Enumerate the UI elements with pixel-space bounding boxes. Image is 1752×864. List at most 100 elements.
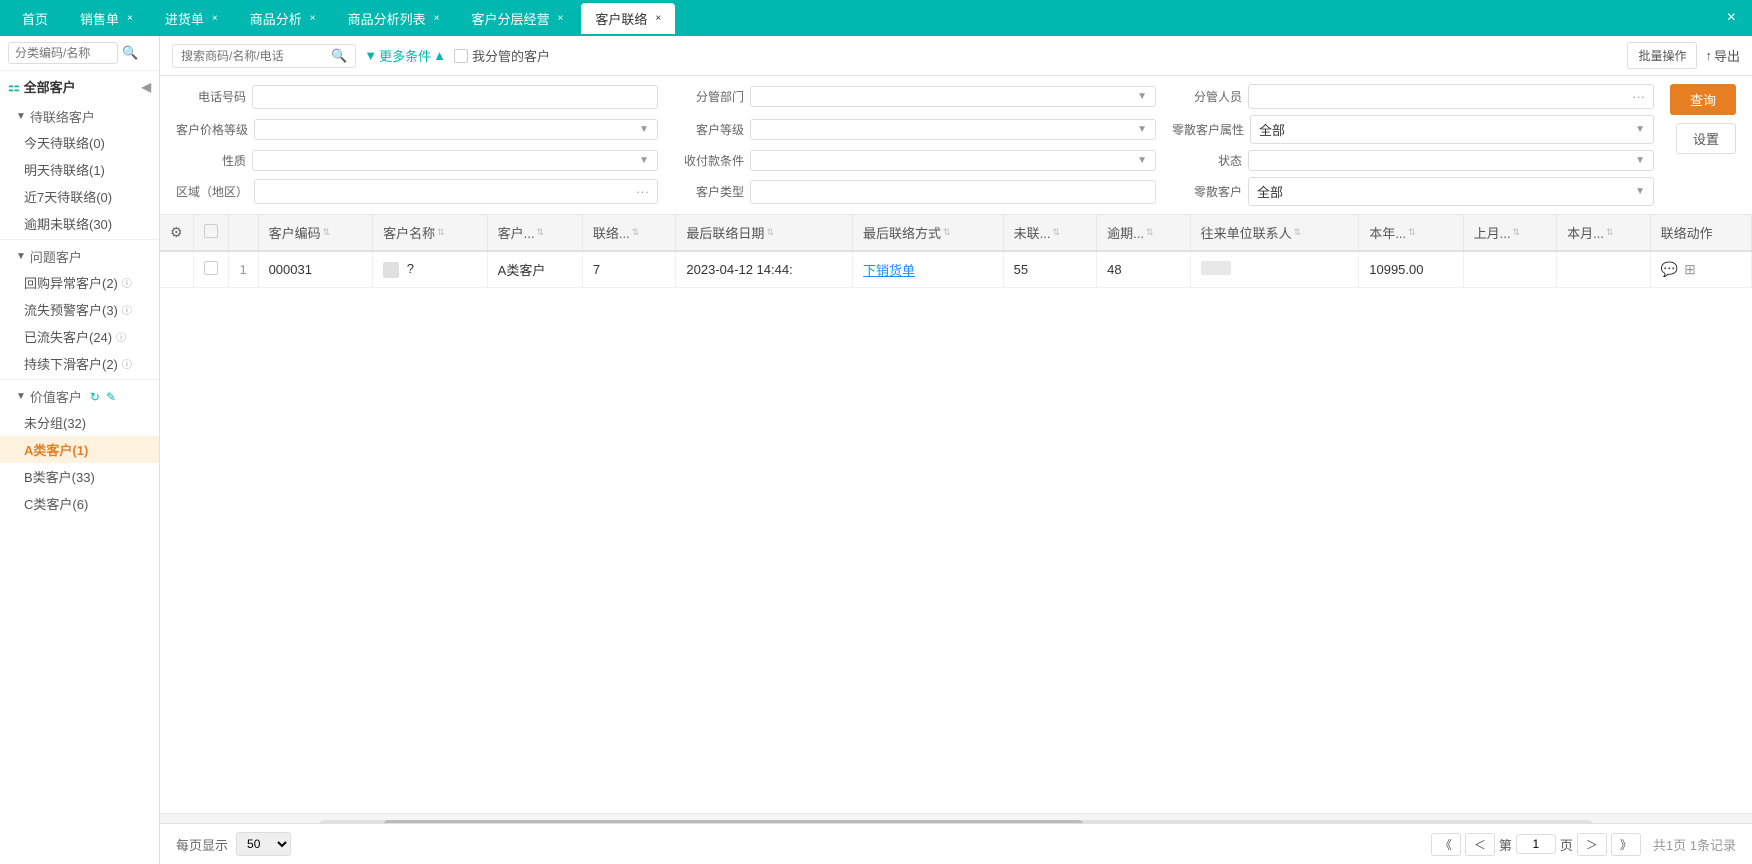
page-size-label: 每页显示 xyxy=(176,835,228,854)
dots-icon[interactable]: ··· xyxy=(1632,89,1645,104)
sidebar-item-today[interactable]: 今天待联络(0) xyxy=(0,129,159,156)
nav-tab-customer-contact[interactable]: 客户联络 × xyxy=(581,3,675,34)
nav-tab-product-analysis[interactable]: 商品分析 × xyxy=(236,3,330,34)
grid-icon[interactable]: ⊞ xyxy=(1684,261,1696,278)
action-icons: 💬 ⊞ xyxy=(1661,261,1741,278)
my-customers-checkbox[interactable]: 我分管的客户 xyxy=(454,46,550,65)
window-close-button[interactable]: × xyxy=(1719,5,1744,31)
column-this-year[interactable]: 本年...⇅ xyxy=(1359,215,1463,251)
column-checkbox[interactable] xyxy=(193,215,228,251)
info-icon: ⓘ xyxy=(122,302,132,317)
column-last-method[interactable]: 最后联络方式⇅ xyxy=(852,215,1003,251)
nav-tab-home[interactable]: 首页 xyxy=(8,3,62,34)
close-icon[interactable]: × xyxy=(310,13,316,24)
column-customer-name[interactable]: 客户名称⇅ xyxy=(373,215,488,251)
edit-icon[interactable]: ✎ xyxy=(106,390,116,404)
column-gear[interactable]: ⚙ xyxy=(160,215,193,251)
sidebar-section-waiting[interactable]: ▼ 待联络客户 xyxy=(0,102,159,129)
sort-icon: ⇅ xyxy=(1146,227,1154,238)
filter-search-input[interactable] xyxy=(181,49,331,63)
sidebar-item-c-class[interactable]: C类客户(6) xyxy=(0,490,159,517)
row-checkbox[interactable] xyxy=(193,251,228,288)
query-button[interactable]: 查询 xyxy=(1670,84,1736,115)
my-customers-check[interactable] xyxy=(454,49,468,63)
price-level-select[interactable]: ▼ xyxy=(254,119,658,140)
info-icon: ⓘ xyxy=(122,275,132,290)
first-page-button[interactable]: 《 xyxy=(1431,833,1461,856)
close-icon[interactable]: × xyxy=(557,13,563,24)
retail-customer-select[interactable]: 全部 ▼ xyxy=(1248,177,1654,206)
nav-tab-customer-segment[interactable]: 客户分层经营 × xyxy=(457,3,577,34)
region-select[interactable]: ··· xyxy=(254,179,658,204)
person-select[interactable]: ··· xyxy=(1248,84,1654,109)
sidebar-section-problems[interactable]: ▼ 问题客户 xyxy=(0,242,159,269)
sidebar-search-input[interactable] xyxy=(8,42,118,64)
adv-filter-row-1: 电话号码 分管部门 ▼ 分管人员 xyxy=(176,84,1654,109)
sidebar-item-7days[interactable]: 近7天待联络(0) xyxy=(0,183,159,210)
column-unit-contacts[interactable]: 往来单位联系人⇅ xyxy=(1190,215,1359,251)
retail-attr-select[interactable]: 全部 ▼ xyxy=(1250,115,1654,144)
filter-search-icon[interactable]: 🔍 xyxy=(331,48,347,64)
sidebar-item-churned[interactable]: 已流失客户(24) ⓘ xyxy=(0,323,159,350)
batch-operation-button[interactable]: 批量操作 xyxy=(1627,42,1697,69)
column-customer-code[interactable]: 客户编码⇅ xyxy=(258,215,373,251)
sidebar-item-churn-warning[interactable]: 流失预警客户(3) ⓘ xyxy=(0,296,159,323)
nature-select[interactable]: ▼ xyxy=(252,150,658,171)
refresh-icon[interactable]: ↻ xyxy=(90,390,100,404)
sidebar-item-overdue[interactable]: 逾期未联络(30) xyxy=(0,210,159,237)
payment-select[interactable]: ▼ xyxy=(750,150,1156,171)
export-button[interactable]: ↑ 导出 xyxy=(1705,46,1740,65)
prev-page-button[interactable]: ＜ xyxy=(1465,833,1495,856)
close-icon[interactable]: × xyxy=(655,13,661,24)
page-size-select[interactable]: 50 100 200 xyxy=(236,832,291,856)
message-icon[interactable]: 💬 xyxy=(1661,261,1678,278)
row-overdue: 48 xyxy=(1097,251,1191,288)
last-page-button[interactable]: 》 xyxy=(1611,833,1641,856)
column-last-date[interactable]: 最后联络日期⇅ xyxy=(676,215,853,251)
sidebar-item-tomorrow[interactable]: 明天待联络(1) xyxy=(0,156,159,183)
status-select[interactable]: ▼ xyxy=(1248,150,1654,171)
close-icon[interactable]: × xyxy=(434,13,440,24)
data-table-area: ⚙ 客户编码⇅ 客户名称⇅ 客户...⇅ 联络...⇅ 最后联络日期⇅ 最后联络… xyxy=(160,215,1752,813)
setting-button[interactable]: 设置 xyxy=(1676,123,1736,154)
filter-more-conditions[interactable]: ▼ 更多条件 ▲ xyxy=(364,46,446,65)
close-icon[interactable]: × xyxy=(212,13,218,24)
sidebar-search-area: 🔍 xyxy=(0,36,159,71)
sidebar-item-ungrouped[interactable]: 未分组(32) xyxy=(0,409,159,436)
sidebar-section-value[interactable]: ▼ 价值客户 ↻ ✎ xyxy=(0,382,159,409)
customer-type-input[interactable] xyxy=(750,180,1156,204)
dots-icon[interactable]: ··· xyxy=(636,184,649,199)
sidebar-all-customers[interactable]: ⚏ 全部客户 ◀ xyxy=(0,71,159,102)
sidebar-search-icon[interactable]: 🔍 xyxy=(122,45,138,61)
sidebar-item-a-class[interactable]: A类客户(1) xyxy=(0,436,159,463)
last-method-link[interactable]: 下销货单 xyxy=(863,263,915,278)
nav-tab-sales[interactable]: 销售单 × xyxy=(66,3,147,34)
row-customer-code[interactable]: 000031 xyxy=(258,251,373,288)
phone-input[interactable] xyxy=(252,85,658,109)
column-last-month[interactable]: 上月...⇅ xyxy=(1463,215,1557,251)
dept-select[interactable]: ▼ xyxy=(750,86,1156,107)
column-uncontacted[interactable]: 未联...⇅ xyxy=(1003,215,1097,251)
customer-level-select[interactable]: ▼ xyxy=(750,119,1156,140)
gear-icon[interactable]: ⚙ xyxy=(170,224,183,240)
row-last-method[interactable]: 下销货单 xyxy=(852,251,1003,288)
nav-tab-product-list[interactable]: 商品分析列表 × xyxy=(334,3,454,34)
nav-tab-purchase[interactable]: 进货单 × xyxy=(151,3,232,34)
sidebar-item-declining[interactable]: 持续下滑客户(2) ⓘ xyxy=(0,350,159,377)
row-select-checkbox[interactable] xyxy=(204,261,218,275)
adv-filter-row-4: 区域（地区） ··· 客户类型 零散客户 xyxy=(176,177,1654,206)
filter-customer-level: 客户等级 ▼ xyxy=(674,119,1156,140)
column-this-month[interactable]: 本月...⇅ xyxy=(1557,215,1651,251)
export-icon: ↑ xyxy=(1705,48,1712,63)
next-page-button[interactable]: ＞ xyxy=(1577,833,1607,856)
page-number-input[interactable] xyxy=(1516,834,1556,854)
column-customer-type[interactable]: 客户...⇅ xyxy=(487,215,582,251)
column-contact-count[interactable]: 联络...⇅ xyxy=(582,215,676,251)
column-action: 联络动作 xyxy=(1650,215,1751,251)
select-all-checkbox[interactable] xyxy=(204,224,218,238)
sidebar-item-b-class[interactable]: B类客户(33) xyxy=(0,463,159,490)
close-icon[interactable]: × xyxy=(127,13,133,24)
column-overdue[interactable]: 逾期...⇅ xyxy=(1097,215,1191,251)
horizontal-scrollbar-area[interactable] xyxy=(160,813,1752,823)
sidebar-item-repurchase-anomaly[interactable]: 回购异常客户(2) ⓘ xyxy=(0,269,159,296)
